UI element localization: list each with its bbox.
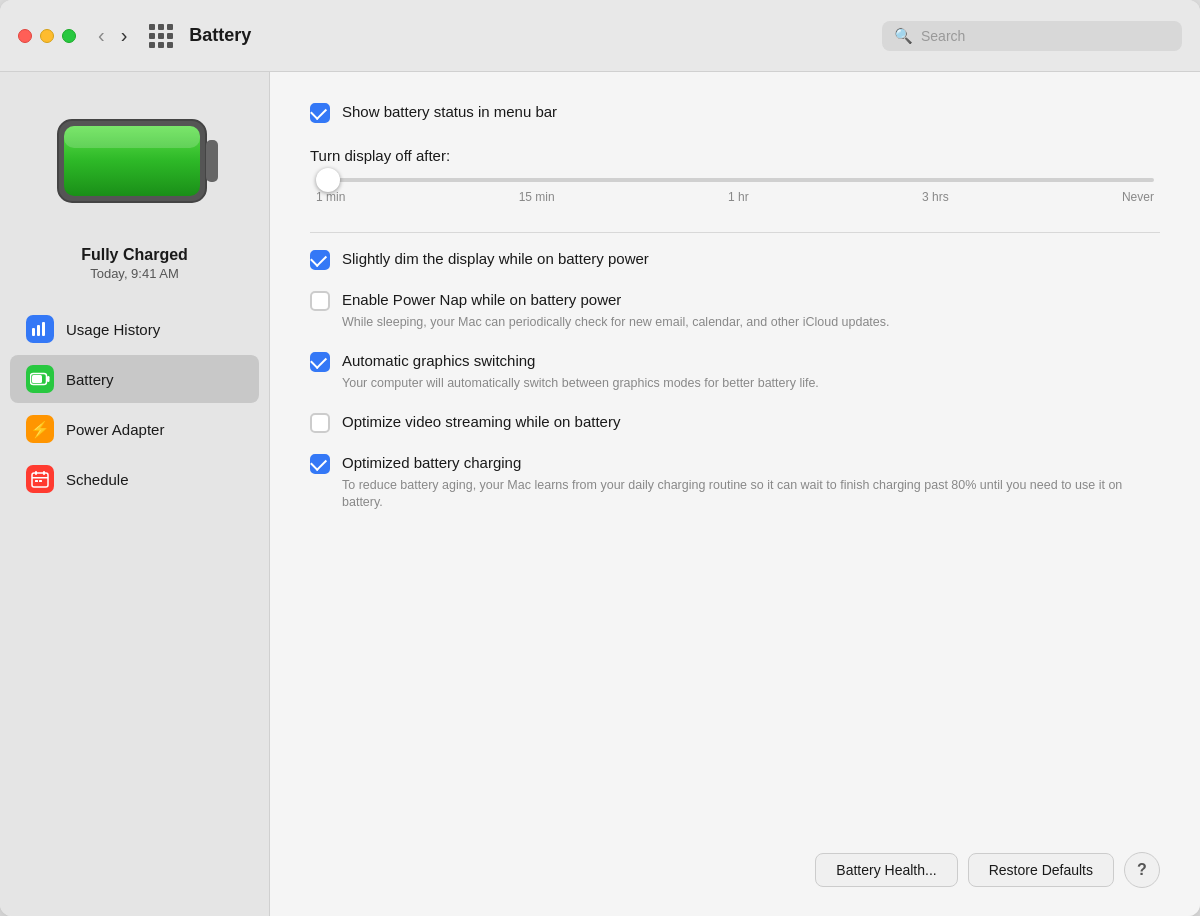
video-streaming-block: Optimize video streaming while on batter… bbox=[310, 412, 1160, 433]
auto-graphics-block: Automatic graphics switching Your comput… bbox=[310, 351, 1160, 392]
slider-label-3hrs: 3 hrs bbox=[922, 190, 949, 204]
sidebar-nav: Usage History Battery ⚡ bbox=[0, 305, 269, 503]
video-streaming-label: Optimize video streaming while on batter… bbox=[342, 412, 620, 432]
grid-icon[interactable] bbox=[149, 24, 173, 48]
restore-defaults-button[interactable]: Restore Defaults bbox=[968, 853, 1114, 887]
power-adapter-icon: ⚡ bbox=[26, 415, 54, 443]
power-nap-block: Enable Power Nap while on battery power … bbox=[310, 290, 1160, 331]
maximize-button[interactable] bbox=[62, 29, 76, 43]
video-streaming-row: Optimize video streaming while on batter… bbox=[310, 412, 1160, 433]
optimized-charging-label: Optimized battery charging bbox=[342, 454, 521, 471]
sidebar-item-usage-history[interactable]: Usage History bbox=[10, 305, 259, 353]
divider-1 bbox=[310, 232, 1160, 233]
optimized-charging-description: To reduce battery aging, your Mac learns… bbox=[342, 477, 1160, 512]
usage-history-icon bbox=[26, 315, 54, 343]
slider-label-1hr: 1 hr bbox=[728, 190, 749, 204]
power-nap-row: Enable Power Nap while on battery power … bbox=[310, 290, 1160, 331]
power-adapter-label: Power Adapter bbox=[66, 421, 164, 438]
back-button[interactable]: ‹ bbox=[92, 22, 111, 49]
slider-container: 1 min 15 min 1 hr 3 hrs Never bbox=[310, 178, 1160, 204]
battery-icon-container bbox=[50, 102, 220, 226]
dim-display-row: Slightly dim the display while on batter… bbox=[310, 249, 1160, 270]
optimized-charging-block: Optimized battery charging To reduce bat… bbox=[310, 453, 1160, 512]
slider-thumb[interactable] bbox=[316, 168, 340, 192]
svg-rect-4 bbox=[32, 328, 35, 336]
dim-display-block: Slightly dim the display while on batter… bbox=[310, 249, 1160, 270]
slider-labels: 1 min 15 min 1 hr 3 hrs Never bbox=[316, 190, 1154, 204]
svg-rect-3 bbox=[64, 126, 200, 148]
show-battery-status-label: Show battery status in menu bar bbox=[342, 102, 557, 122]
schedule-label: Schedule bbox=[66, 471, 129, 488]
svg-rect-8 bbox=[32, 375, 42, 383]
battery-nav-icon bbox=[26, 365, 54, 393]
battery-label: Battery bbox=[66, 371, 114, 388]
slider-label: Turn display off after: bbox=[310, 147, 1160, 164]
dim-display-checkbox[interactable] bbox=[310, 250, 330, 270]
usage-history-label: Usage History bbox=[66, 321, 160, 338]
close-button[interactable] bbox=[18, 29, 32, 43]
power-nap-label: Enable Power Nap while on battery power bbox=[342, 291, 621, 308]
bottom-bar: Battery Health... Restore Defaults ? bbox=[310, 836, 1160, 896]
auto-graphics-checkbox[interactable] bbox=[310, 352, 330, 372]
search-input[interactable] bbox=[921, 28, 1170, 44]
video-streaming-checkbox[interactable] bbox=[310, 413, 330, 433]
slider-label-never: Never bbox=[1122, 190, 1154, 204]
power-nap-checkbox[interactable] bbox=[310, 291, 330, 311]
battery-time-text: Today, 9:41 AM bbox=[81, 266, 188, 281]
auto-graphics-description: Your computer will automatically switch … bbox=[342, 375, 819, 393]
svg-rect-11 bbox=[35, 471, 37, 475]
show-battery-status-row: Show battery status in menu bar bbox=[310, 102, 1160, 123]
dim-display-label: Slightly dim the display while on batter… bbox=[342, 249, 649, 269]
main-window: ‹ › Battery 🔍 bbox=[0, 0, 1200, 916]
show-battery-status-checkbox[interactable] bbox=[310, 103, 330, 123]
optimized-charging-row: Optimized battery charging To reduce bat… bbox=[310, 453, 1160, 512]
svg-rect-13 bbox=[32, 477, 48, 479]
svg-rect-6 bbox=[42, 322, 45, 336]
main-content: Show battery status in menu bar Turn dis… bbox=[270, 72, 1200, 916]
svg-rect-15 bbox=[39, 480, 42, 482]
auto-graphics-row: Automatic graphics switching Your comput… bbox=[310, 351, 1160, 392]
content-area: Fully Charged Today, 9:41 AM Usage Histo… bbox=[0, 72, 1200, 916]
battery-status-text: Fully Charged bbox=[81, 246, 188, 264]
svg-rect-5 bbox=[37, 325, 40, 336]
auto-graphics-label: Automatic graphics switching bbox=[342, 352, 535, 369]
traffic-lights bbox=[18, 29, 76, 43]
svg-rect-9 bbox=[47, 376, 50, 382]
titlebar: ‹ › Battery 🔍 bbox=[0, 0, 1200, 72]
sidebar-item-schedule[interactable]: Schedule bbox=[10, 455, 259, 503]
search-icon: 🔍 bbox=[894, 27, 913, 45]
display-off-slider-section: Turn display off after: 1 min 15 min 1 h… bbox=[310, 147, 1160, 204]
battery-status: Fully Charged Today, 9:41 AM bbox=[81, 246, 188, 281]
minimize-button[interactable] bbox=[40, 29, 54, 43]
svg-rect-14 bbox=[35, 480, 38, 482]
forward-button[interactable]: › bbox=[115, 22, 134, 49]
sidebar: Fully Charged Today, 9:41 AM Usage Histo… bbox=[0, 72, 270, 916]
battery-icon bbox=[50, 102, 220, 222]
slider-label-15min: 15 min bbox=[519, 190, 555, 204]
help-button[interactable]: ? bbox=[1124, 852, 1160, 888]
nav-arrows: ‹ › bbox=[92, 22, 133, 49]
sidebar-item-battery[interactable]: Battery bbox=[10, 355, 259, 403]
battery-health-button[interactable]: Battery Health... bbox=[815, 853, 957, 887]
slider-track[interactable] bbox=[316, 178, 1154, 182]
settings-section: Show battery status in menu bar Turn dis… bbox=[310, 102, 1160, 836]
svg-rect-12 bbox=[43, 471, 45, 475]
svg-rect-1 bbox=[206, 140, 218, 182]
power-nap-description: While sleeping, your Mac can periodicall… bbox=[342, 314, 890, 332]
slider-label-1min: 1 min bbox=[316, 190, 345, 204]
search-bar[interactable]: 🔍 bbox=[882, 21, 1182, 51]
optimized-charging-checkbox[interactable] bbox=[310, 454, 330, 474]
schedule-icon bbox=[26, 465, 54, 493]
sidebar-item-power-adapter[interactable]: ⚡ Power Adapter bbox=[10, 405, 259, 453]
window-title: Battery bbox=[189, 25, 882, 46]
